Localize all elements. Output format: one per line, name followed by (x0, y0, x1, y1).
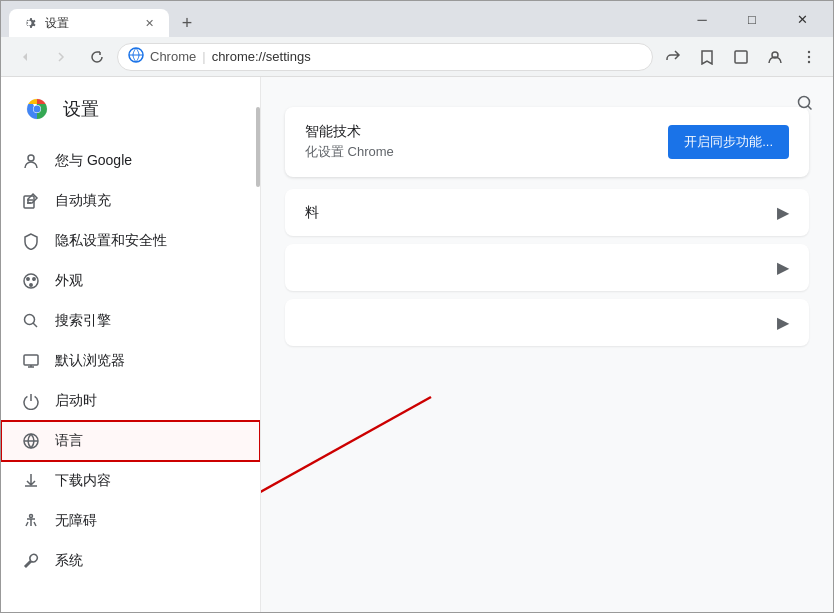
sync-card: 智能技术 化设置 Chrome 开启同步功能... (285, 107, 809, 177)
panel-content-area: 智能技术 化设置 Chrome 开启同步功能... 料 ▶ ▶ (261, 87, 833, 374)
sidebar-item-google-label: 您与 Google (55, 152, 132, 170)
sidebar-item-accessibility-label: 无障碍 (55, 512, 97, 530)
sidebar-item-autofill[interactable]: 自动填充 (1, 181, 260, 221)
browser-window: 设置 ✕ + ─ □ ✕ Chrome | chrome://settings (0, 0, 834, 613)
sidebar-item-privacy[interactable]: 隐私设置和安全性 (1, 221, 260, 261)
person-icon (21, 151, 41, 171)
address-site-name: Chrome (150, 49, 196, 64)
menu-button[interactable] (793, 41, 825, 73)
sidebar-item-language-label: 语言 (55, 432, 83, 450)
sidebar-item-startup[interactable]: 启动时 (1, 381, 260, 421)
download-icon (21, 471, 41, 491)
window-controls: ─ □ ✕ (679, 3, 825, 35)
edit-icon (21, 191, 41, 211)
titlebar: 设置 ✕ + ─ □ ✕ (1, 1, 833, 37)
sync-subtitle: 化设置 Chrome (305, 143, 652, 161)
sidebar-item-downloads[interactable]: 下载内容 (1, 461, 260, 501)
sync-title: 智能技术 (305, 123, 652, 141)
settings-tab-icon (21, 15, 37, 31)
sidebar-item-accessibility[interactable]: 无障碍 (1, 501, 260, 541)
share-button[interactable] (657, 41, 689, 73)
main-panel: 智能技术 化设置 Chrome 开启同步功能... 料 ▶ ▶ (261, 77, 833, 612)
sidebar-header: 设置 (1, 77, 260, 141)
tab-search-button[interactable] (725, 41, 757, 73)
address-site-icon (128, 47, 144, 66)
bookmark-button[interactable] (691, 41, 723, 73)
active-tab[interactable]: 设置 ✕ (9, 9, 169, 37)
sidebar-item-search-label: 搜索引擎 (55, 312, 111, 330)
sidebar-item-google[interactable]: 您与 Google (1, 141, 260, 181)
search-icon (21, 311, 41, 331)
address-bar[interactable]: Chrome | chrome://settings (117, 43, 653, 71)
svg-line-22 (261, 397, 431, 539)
section-row-3[interactable]: ▶ (285, 299, 809, 346)
address-divider: | (202, 49, 205, 64)
svg-point-3 (808, 50, 810, 52)
sidebar-item-browser-label: 默认浏览器 (55, 352, 125, 370)
svg-point-5 (808, 60, 810, 62)
section-row-2[interactable]: ▶ (285, 244, 809, 291)
new-tab-button[interactable]: + (173, 9, 201, 37)
sidebar: 设置 您与 Google 自动填充 隐私设置和安全性 (1, 77, 261, 612)
section-row-1-label: 料 (305, 204, 319, 222)
sidebar-item-language[interactable]: 语言 (1, 421, 260, 461)
svg-point-15 (30, 284, 32, 286)
chevron-right-icon-2: ▶ (777, 258, 789, 277)
settings-search-button[interactable] (789, 87, 821, 119)
minimize-button[interactable]: ─ (679, 3, 725, 35)
sidebar-item-startup-label: 启动时 (55, 392, 97, 410)
sidebar-item-privacy-label: 隐私设置和安全性 (55, 232, 167, 250)
wrench-icon (21, 551, 41, 571)
sidebar-item-browser[interactable]: 默认浏览器 (1, 341, 260, 381)
power-icon (21, 391, 41, 411)
toolbar-actions (657, 41, 825, 73)
svg-point-20 (799, 97, 810, 108)
forward-button[interactable] (45, 41, 77, 73)
scrollbar-thumb (256, 107, 260, 187)
svg-rect-1 (735, 51, 747, 63)
sync-text: 智能技术 化设置 Chrome (305, 123, 652, 161)
sidebar-item-autofill-label: 自动填充 (55, 192, 111, 210)
address-url: chrome://settings (212, 49, 311, 64)
shield-icon (21, 231, 41, 251)
sidebar-title: 设置 (63, 97, 99, 121)
tab-area: 设置 ✕ + (9, 1, 679, 37)
tab-title: 设置 (45, 15, 69, 32)
sync-button[interactable]: 开启同步功能... (668, 125, 789, 159)
sidebar-item-system[interactable]: 系统 (1, 541, 260, 581)
svg-point-14 (33, 278, 35, 280)
palette-icon (21, 271, 41, 291)
toolbar: Chrome | chrome://settings (1, 37, 833, 77)
maximize-button[interactable]: □ (729, 3, 775, 35)
svg-rect-17 (24, 355, 38, 365)
accessibility-icon (21, 511, 41, 531)
chevron-right-icon-3: ▶ (777, 313, 789, 332)
chevron-right-icon-1: ▶ (777, 203, 789, 222)
globe-icon (21, 431, 41, 451)
sidebar-item-search[interactable]: 搜索引擎 (1, 301, 260, 341)
reload-button[interactable] (81, 41, 113, 73)
section-row-1[interactable]: 料 ▶ (285, 189, 809, 236)
svg-point-10 (28, 155, 34, 161)
sidebar-item-downloads-label: 下载内容 (55, 472, 111, 490)
chrome-logo-icon (21, 93, 53, 125)
sidebar-item-appearance-label: 外观 (55, 272, 83, 290)
sidebar-item-appearance[interactable]: 外观 (1, 261, 260, 301)
sidebar-item-system-label: 系统 (55, 552, 83, 570)
back-button[interactable] (9, 41, 41, 73)
profile-button[interactable] (759, 41, 791, 73)
tab-close-btn[interactable]: ✕ (141, 15, 157, 31)
svg-point-4 (808, 55, 810, 57)
svg-point-13 (27, 278, 29, 280)
svg-point-9 (34, 106, 41, 113)
page-content: 设置 您与 Google 自动填充 隐私设置和安全性 (1, 77, 833, 612)
close-button[interactable]: ✕ (779, 3, 825, 35)
svg-point-19 (30, 515, 33, 518)
monitor-icon (21, 351, 41, 371)
